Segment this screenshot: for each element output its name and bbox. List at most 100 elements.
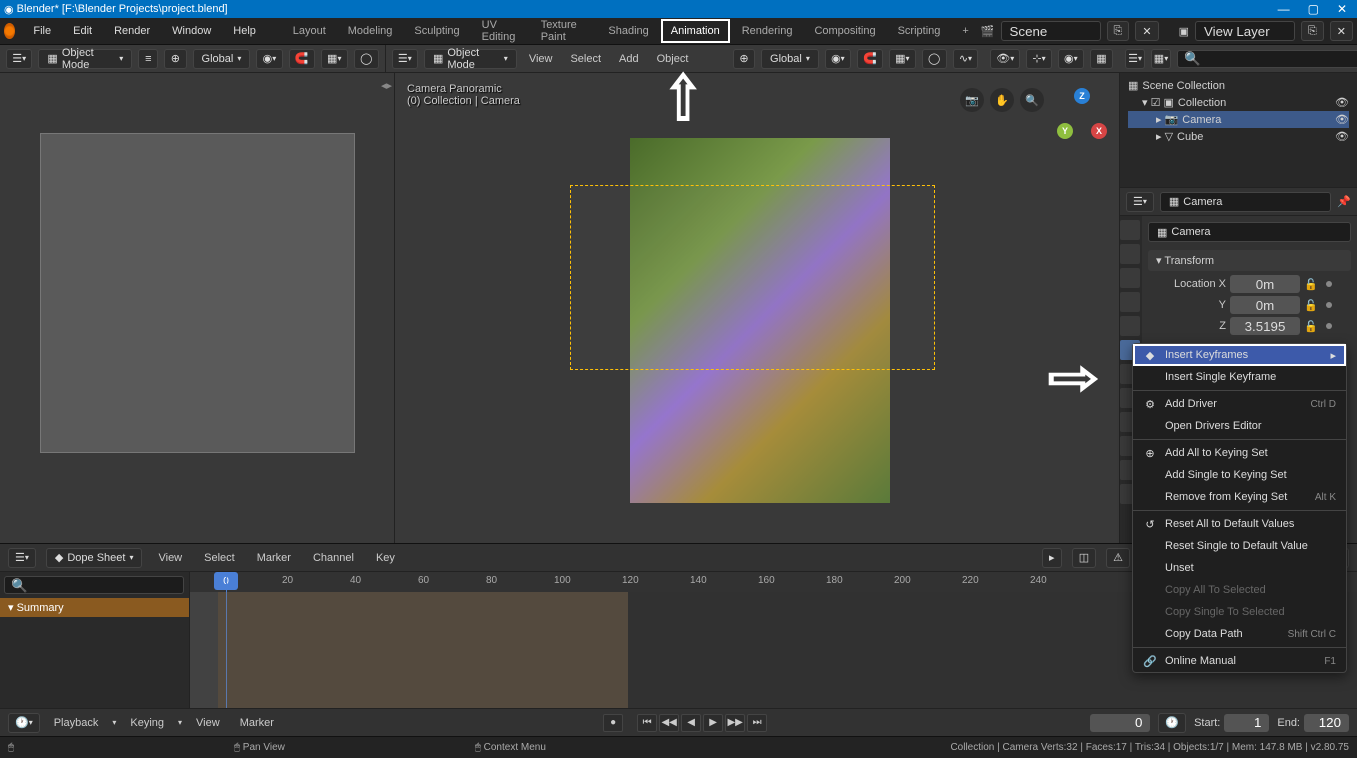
maximize-button[interactable]: ▢: [1308, 2, 1319, 16]
jump-end-button[interactable]: ⏭: [747, 714, 767, 732]
ptab-render[interactable]: [1120, 220, 1140, 240]
loc-y-input[interactable]: [1230, 296, 1300, 314]
axis-z-icon[interactable]: Z: [1074, 88, 1090, 104]
proportional-2[interactable]: ◯: [922, 49, 947, 69]
dope-select[interactable]: Select: [198, 552, 241, 564]
workspace-shading[interactable]: Shading: [598, 19, 658, 43]
ctx-manual[interactable]: 🔗Online ManualF1: [1133, 650, 1346, 672]
header-select[interactable]: Select: [564, 53, 607, 65]
play-button[interactable]: ▶: [703, 714, 723, 732]
menu-help[interactable]: Help: [223, 21, 266, 41]
dope-key[interactable]: Key: [370, 552, 401, 564]
next-keyframe-button[interactable]: ▶▶: [725, 714, 745, 732]
gizmo-button[interactable]: ⊹▾: [1026, 49, 1052, 69]
header-view[interactable]: View: [523, 53, 559, 65]
orientation-select-left[interactable]: Global ▾: [193, 49, 251, 69]
mode-select-center[interactable]: ▦ Object Mode ▾: [424, 49, 517, 69]
header-menus-icon[interactable]: ≡: [138, 49, 158, 69]
prev-keyframe-button[interactable]: ◀◀: [659, 714, 679, 732]
pb-marker[interactable]: Marker: [234, 717, 280, 729]
header-add[interactable]: Add: [613, 53, 645, 65]
snap-button-2[interactable]: 🧲: [857, 49, 883, 69]
ctx-open-drivers[interactable]: Open Drivers Editor: [1133, 415, 1346, 437]
menu-edit[interactable]: Edit: [63, 21, 102, 41]
keyframe-dot[interactable]: [1326, 281, 1332, 287]
workspace-sculpting[interactable]: Sculpting: [404, 19, 469, 43]
dope-warn-icon[interactable]: ⚠: [1106, 548, 1130, 568]
pin-icon[interactable]: 📌: [1337, 195, 1351, 208]
ctx-insert-single[interactable]: Insert Single Keyframe: [1133, 366, 1346, 388]
lock-icon[interactable]: 🔓: [1304, 299, 1318, 312]
timeline-editor-type[interactable]: 🕐▾: [8, 713, 40, 733]
workspace-uv[interactable]: UV Editing: [472, 13, 529, 49]
editor-type-button[interactable]: ☰▾: [6, 49, 32, 69]
workspace-texture[interactable]: Texture Paint: [531, 13, 597, 49]
tree-scene-collection[interactable]: ▦ Scene Collection: [1128, 77, 1349, 94]
browse-viewlayer-icon[interactable]: ▣: [1179, 25, 1189, 38]
tree-item-camera[interactable]: ▸ 📷 Camera 👁: [1128, 111, 1349, 128]
orientation-select-center[interactable]: Global ▾: [761, 49, 819, 69]
xray-button[interactable]: ▦: [1090, 49, 1113, 69]
workspace-compositing[interactable]: Compositing: [804, 19, 885, 43]
loc-x-input[interactable]: [1230, 275, 1300, 293]
camera-frame[interactable]: [570, 185, 935, 370]
camera-view-icon[interactable]: 📷: [960, 88, 984, 112]
minimize-button[interactable]: —: [1278, 2, 1290, 16]
props-editor-type[interactable]: ☰▾: [1126, 192, 1154, 212]
pb-playback[interactable]: Playback: [48, 717, 105, 729]
preview-range-button[interactable]: 🕐: [1158, 713, 1186, 733]
snap-target-button[interactable]: ▦▾: [321, 49, 348, 69]
dope-view[interactable]: View: [152, 552, 188, 564]
lock-icon[interactable]: 🔓: [1304, 320, 1318, 333]
dope-marker[interactable]: Marker: [251, 552, 297, 564]
ctx-add-single-keying[interactable]: Add Single to Keying Set: [1133, 464, 1346, 486]
browse-scene-icon[interactable]: 🎬: [981, 25, 995, 38]
ctx-reset-all[interactable]: ↺Reset All to Default Values: [1133, 513, 1346, 535]
proportional-edit-button[interactable]: ◯: [354, 49, 379, 69]
pb-view[interactable]: View: [190, 717, 226, 729]
ctx-copy-path[interactable]: Copy Data PathShift Ctrl C: [1133, 623, 1346, 645]
toggle-region-icon[interactable]: ◂▸: [381, 79, 392, 92]
viewport-left[interactable]: ◂▸: [0, 73, 395, 543]
workspace-scripting[interactable]: Scripting: [888, 19, 951, 43]
menu-render[interactable]: Render: [104, 21, 160, 41]
scene-name-input[interactable]: [1001, 21, 1101, 41]
tree-collection[interactable]: ▾ ☑ ▣ Collection 👁: [1128, 94, 1349, 111]
ptab-world[interactable]: [1120, 316, 1140, 336]
header-object[interactable]: Object: [651, 53, 695, 65]
dope-mode-select[interactable]: ◆ Dope Sheet ▾: [46, 548, 143, 568]
outliner-display-mode[interactable]: ▦▾: [1151, 49, 1171, 69]
snap-button[interactable]: 🧲: [289, 49, 315, 69]
lock-icon[interactable]: 🔓: [1304, 278, 1318, 291]
start-frame-input[interactable]: [1224, 714, 1269, 732]
mode-select-left[interactable]: ▦ Object Mode ▾: [38, 49, 132, 69]
outliner-type-button[interactable]: ☰▾: [1125, 49, 1145, 69]
outliner-search-input[interactable]: [1177, 50, 1357, 68]
editor-type-button-2[interactable]: ☰▾: [392, 49, 418, 69]
props-data-name[interactable]: ▦ Camera: [1148, 222, 1351, 242]
ctx-add-keying[interactable]: ⊕Add All to Keying Set: [1133, 442, 1346, 464]
pivot-button[interactable]: ◉▾: [256, 49, 282, 69]
falloff-2[interactable]: ∿▾: [953, 49, 979, 69]
axis-y-icon[interactable]: Y: [1057, 123, 1073, 139]
keyframe-dot[interactable]: [1326, 302, 1332, 308]
jump-start-button[interactable]: ⏮: [637, 714, 657, 732]
ptab-viewlayer[interactable]: [1120, 268, 1140, 288]
new-viewlayer-button[interactable]: ⎘: [1301, 21, 1324, 41]
visibility-button[interactable]: 👁▾: [990, 49, 1020, 69]
delete-scene-button[interactable]: ✕: [1135, 21, 1158, 41]
ctx-reset-single[interactable]: Reset Single to Default Value: [1133, 535, 1346, 557]
ptab-scene[interactable]: [1120, 292, 1140, 312]
axis-x-icon[interactable]: X: [1091, 123, 1107, 139]
viewlayer-name-input[interactable]: [1195, 21, 1295, 41]
pb-keying[interactable]: Keying: [124, 717, 170, 729]
ctx-insert-keyframes[interactable]: ◆ Insert Keyframes ▸: [1133, 344, 1346, 366]
dope-editor-type[interactable]: ☰▾: [8, 548, 36, 568]
orientation-icon[interactable]: ⊕: [164, 49, 186, 69]
snap-target-2[interactable]: ▦▾: [889, 49, 916, 69]
ctx-add-driver[interactable]: ⚙Add DriverCtrl D: [1133, 393, 1346, 415]
menu-file[interactable]: File: [23, 21, 61, 41]
close-button[interactable]: ✕: [1337, 2, 1347, 16]
workspace-animation[interactable]: Animation: [661, 19, 730, 43]
orientation-icon-2[interactable]: ⊕: [733, 49, 755, 69]
